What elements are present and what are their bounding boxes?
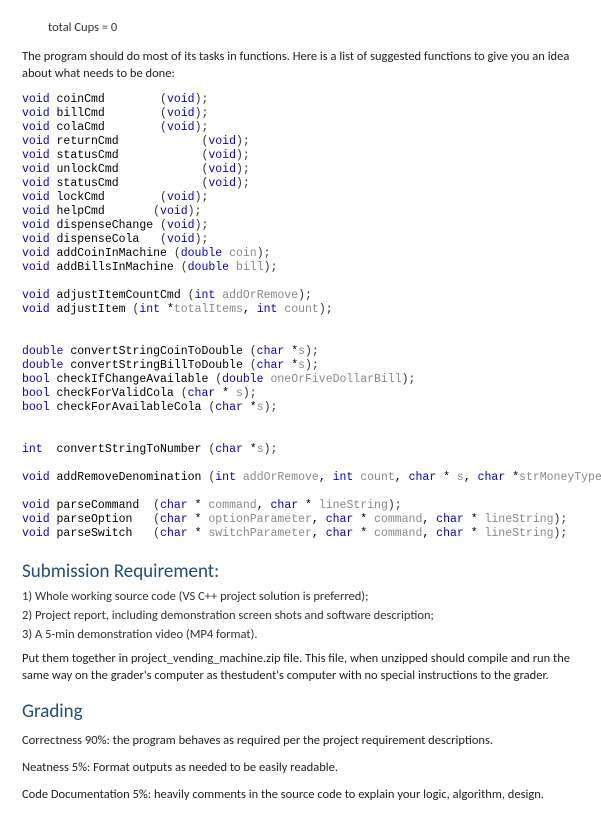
- grading-line-2: Neatness 5%: Format outputs as needed to…: [22, 760, 583, 777]
- submission-tail: Put them together in project_vending_mac…: [22, 651, 583, 685]
- top-line: total Cups = 0: [48, 20, 583, 37]
- submission-item-2: 2) Project report, including demonstrati…: [22, 608, 583, 625]
- grading-line-1: Correctness 90%: the program behaves as …: [22, 733, 583, 750]
- submission-item-3: 3) A 5-min demonstration video (MP4 form…: [22, 627, 583, 644]
- submission-heading: Submission Requirement:: [22, 559, 583, 585]
- grading-heading: Grading: [22, 699, 583, 725]
- intro-paragraph: The program should do most of its tasks …: [22, 49, 583, 83]
- grading-line-3: Code Documentation 5%: heavily comments …: [22, 787, 583, 804]
- function-prototype-list: void coinCmd (void); void billCmd (void)…: [22, 93, 583, 542]
- submission-item-1: 1) Whole working source code (VS C++ pro…: [22, 589, 583, 606]
